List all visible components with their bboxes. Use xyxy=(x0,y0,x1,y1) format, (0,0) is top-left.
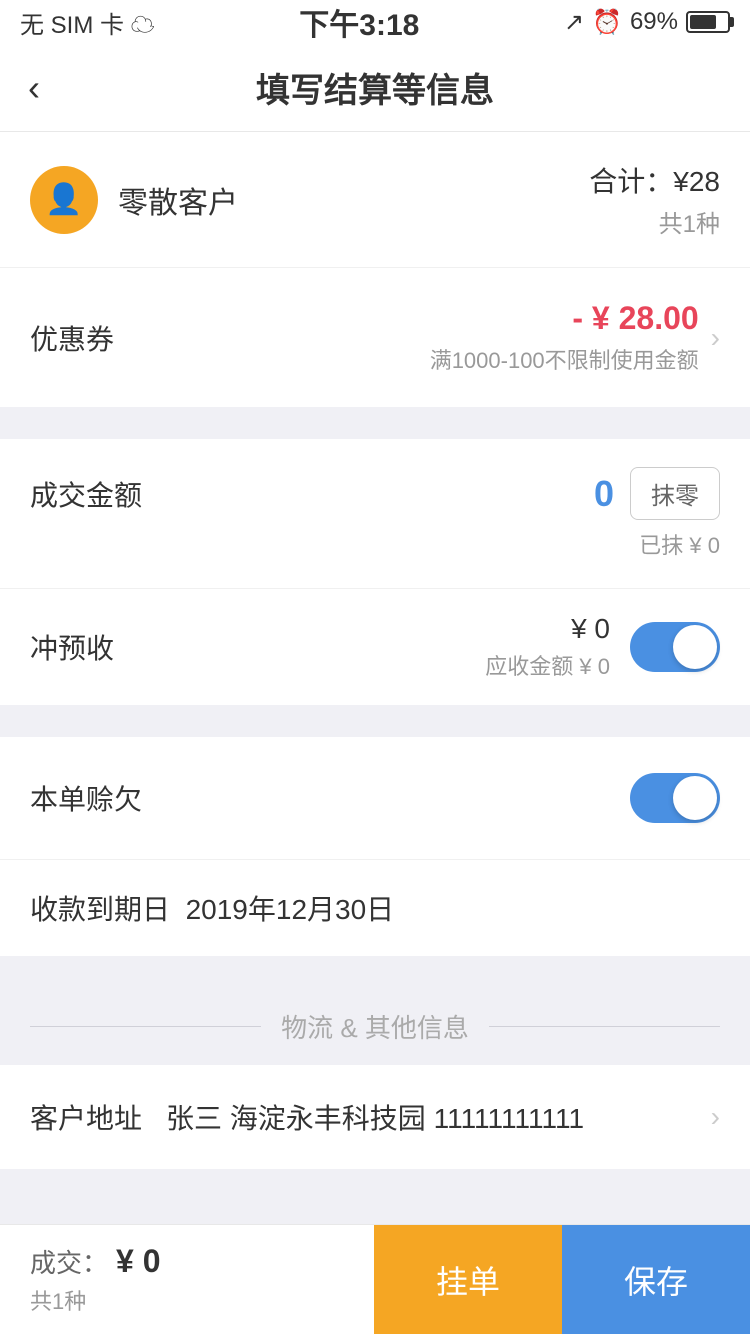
battery-percent: 69% xyxy=(630,8,678,36)
status-bar: 无 SIM 卡 ☁ 下午3:18 ↗ ⏰ 69% xyxy=(0,0,750,44)
customer-count: 共1种 xyxy=(589,204,720,239)
pending-button[interactable]: 挂单 xyxy=(374,1225,562,1334)
alarm-icon: ⏰ xyxy=(592,8,622,37)
status-left: 无 SIM 卡 ☁ xyxy=(20,5,155,40)
battery-icon xyxy=(686,11,730,33)
transaction-card: 成交金额 0 抹零 已抹 ¥ 0 冲预收 ¥ 0 应收金额 ¥ 0 xyxy=(0,439,750,705)
page-title: 填写结算等信息 xyxy=(256,63,494,112)
prepaid-sub: 应收金额 ¥ 0 xyxy=(485,649,610,681)
transaction-row: 成交金额 0 抹零 已抹 ¥ 0 xyxy=(0,439,750,588)
transaction-value: 0 xyxy=(594,473,614,515)
customer-right: 合计：¥28 共1种 xyxy=(589,160,720,239)
bottom-deal-label: 成交： xyxy=(30,1243,108,1280)
coupon-label: 优惠券 xyxy=(30,318,114,358)
bottom-deal-value: ¥ 0 xyxy=(116,1243,160,1280)
divider-line-right xyxy=(489,1026,720,1027)
credit-toggle[interactable] xyxy=(630,773,720,823)
section-divider-1 xyxy=(0,423,750,439)
divider-line-left xyxy=(30,1026,261,1027)
due-date-value: 2019年12月30日 xyxy=(186,894,395,925)
logistics-section-header: 物流 & 其他信息 xyxy=(0,988,750,1065)
section-divider-2 xyxy=(0,721,750,737)
transaction-right: 0 抹零 xyxy=(594,467,720,520)
coupon-discount: - ¥ 28.00 xyxy=(430,300,699,337)
customer-total: 合计：¥28 xyxy=(589,160,720,200)
address-label: 客户地址 xyxy=(30,1097,142,1137)
save-button[interactable]: 保存 xyxy=(562,1225,750,1334)
chevron-right-icon: › xyxy=(711,1101,720,1133)
prepaid-amount: ¥ 0 xyxy=(485,613,610,645)
avatar: 👤 xyxy=(30,166,98,234)
prepaid-amount-block: ¥ 0 应收金额 ¥ 0 xyxy=(485,613,610,681)
customer-card: 👤 零散客户 合计：¥28 共1种 优惠券 - ¥ 28.00 满1000-10… xyxy=(0,132,750,407)
content: 👤 零散客户 合计：¥28 共1种 优惠券 - ¥ 28.00 满1000-10… xyxy=(0,132,750,1305)
location-icon: ↗ xyxy=(564,8,584,37)
due-date-row: 收款到期日 2019年12月30日 xyxy=(0,859,750,956)
prepaid-right: ¥ 0 应收金额 ¥ 0 xyxy=(485,613,720,681)
customer-row: 👤 零散客户 合计：¥28 共1种 xyxy=(0,132,750,267)
prepaid-row: 冲预收 ¥ 0 应收金额 ¥ 0 xyxy=(0,588,750,705)
prepaid-label: 冲预收 xyxy=(30,627,114,667)
no-sim-label: 无 SIM 卡 ☁ xyxy=(20,5,155,40)
coupon-description: 满1000-100不限制使用金额 xyxy=(430,343,699,375)
prepaid-toggle[interactable] xyxy=(630,622,720,672)
credit-toggle-knob xyxy=(673,776,717,820)
section-divider-3 xyxy=(0,972,750,988)
customer-name: 零散客户 xyxy=(118,178,238,222)
bottom-count: 共1种 xyxy=(30,1284,344,1316)
coupon-right: - ¥ 28.00 满1000-100不限制使用金额 › xyxy=(430,300,720,375)
nav-bar: ‹ 填写结算等信息 xyxy=(0,44,750,132)
address-row[interactable]: 客户地址 张三 海淀永丰科技园 11111111111 › xyxy=(0,1065,750,1169)
bottom-deal: 成交： ¥ 0 xyxy=(30,1243,344,1280)
credit-card: 本单赊欠 收款到期日 2019年12月30日 xyxy=(0,737,750,956)
due-date-label: 收款到期日 2019年12月30日 xyxy=(30,894,394,925)
credit-label: 本单赊欠 xyxy=(30,778,142,818)
bottom-bar: 成交： ¥ 0 共1种 挂单 保存 xyxy=(0,1224,750,1334)
round-button[interactable]: 抹零 xyxy=(630,467,720,520)
bottom-info: 成交： ¥ 0 共1种 xyxy=(0,1225,374,1334)
toggle-knob xyxy=(673,625,717,669)
logistics-label: 物流 & 其他信息 xyxy=(281,1008,469,1045)
person-icon: 👤 xyxy=(45,182,82,217)
credit-row: 本单赊欠 xyxy=(0,737,750,859)
back-button[interactable]: ‹ xyxy=(28,67,40,109)
transaction-sub: 已抹 ¥ 0 xyxy=(30,528,720,560)
status-time: 下午3:18 xyxy=(299,0,419,44)
customer-left: 👤 零散客户 xyxy=(30,166,238,234)
transaction-top: 成交金额 0 抹零 xyxy=(30,467,720,520)
transaction-label: 成交金额 xyxy=(30,474,142,514)
status-right: ↗ ⏰ 69% xyxy=(564,8,730,37)
chevron-right-icon: › xyxy=(711,322,720,354)
address-value: 张三 海淀永丰科技园 11111111111 xyxy=(166,1097,699,1137)
coupon-value-block: - ¥ 28.00 满1000-100不限制使用金额 xyxy=(430,300,699,375)
address-card: 客户地址 张三 海淀永丰科技园 11111111111 › xyxy=(0,1065,750,1169)
coupon-row[interactable]: 优惠券 - ¥ 28.00 满1000-100不限制使用金额 › xyxy=(0,267,750,407)
